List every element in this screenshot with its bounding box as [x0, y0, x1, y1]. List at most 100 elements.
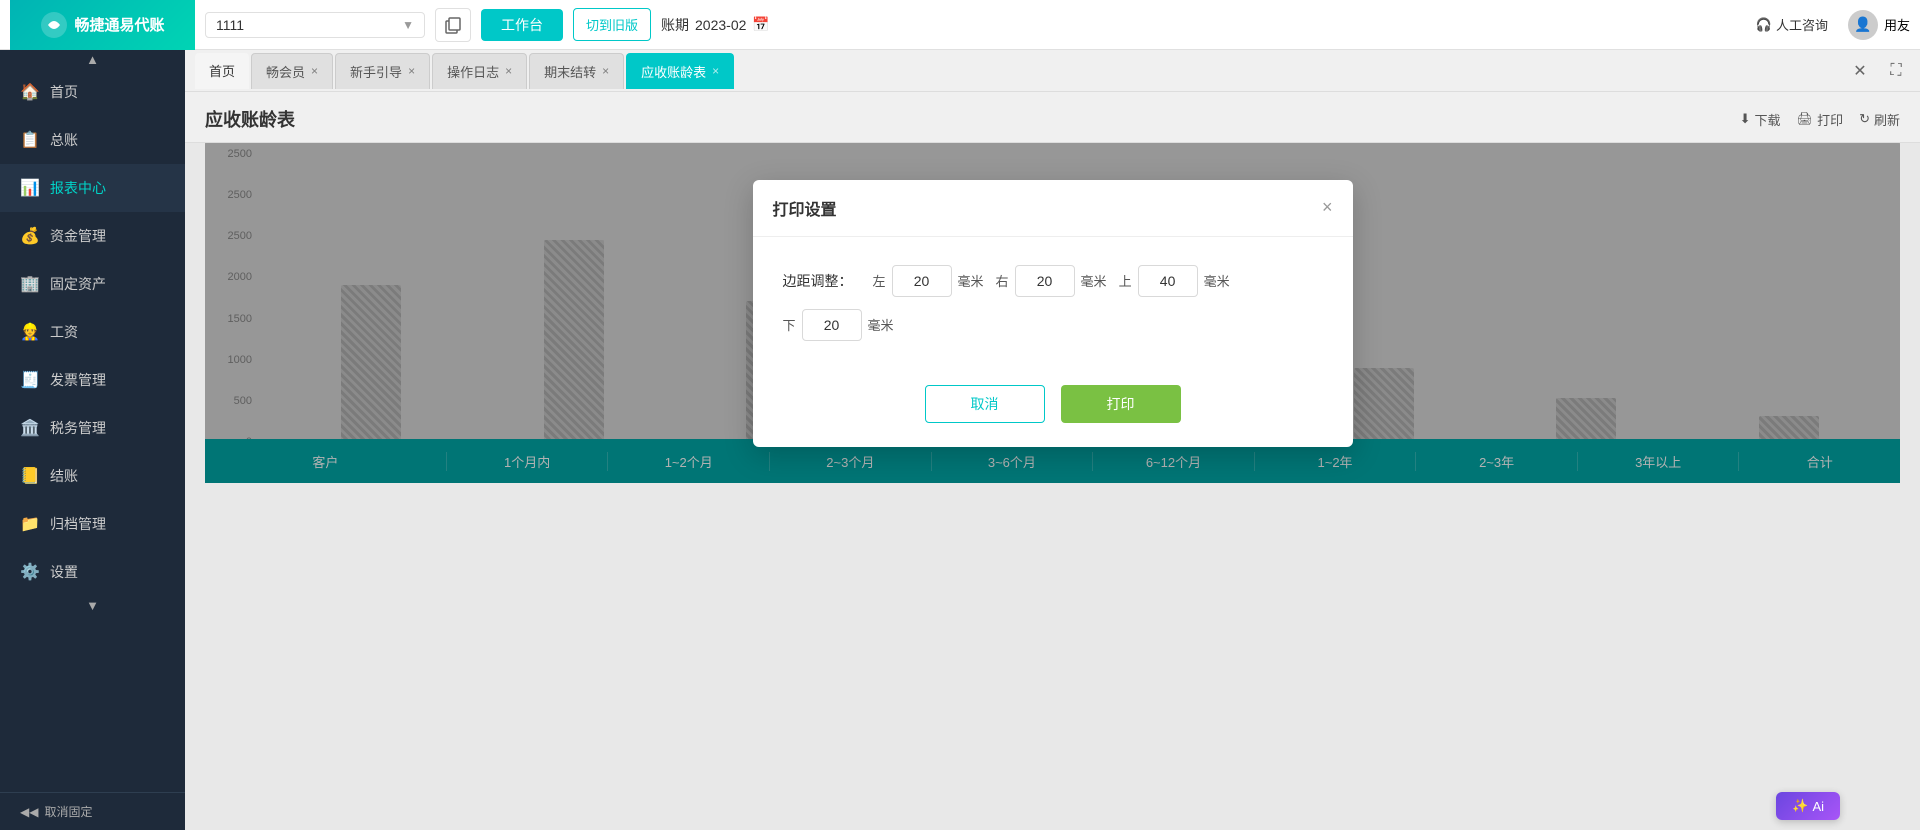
download-label: 下载: [1755, 110, 1781, 129]
user-label: 用友: [1884, 15, 1910, 34]
margin-top-unit: 毫米: [1204, 271, 1230, 290]
tab-home[interactable]: 首页: [195, 53, 249, 89]
sidebar-item-tax[interactable]: 🏛️ 税务管理: [0, 404, 185, 452]
workbench-button[interactable]: 工作台: [481, 9, 563, 41]
tab-member[interactable]: 畅会员 ×: [251, 53, 333, 89]
copy-icon: [444, 16, 462, 34]
tab-oplog[interactable]: 操作日志 ×: [432, 53, 527, 89]
content-area: 首页 畅会员 × 新手引导 × 操作日志 × 期末结转 × 应收账龄表 ×: [185, 50, 1920, 830]
refresh-icon: ↻: [1859, 111, 1870, 127]
margin-bottom-group: 下 毫米: [783, 309, 894, 341]
margin-bottom-input[interactable]: [802, 309, 862, 341]
salary-icon: 👷: [20, 322, 40, 342]
margin-right-label: 右: [996, 271, 1009, 290]
tab-closing-close[interactable]: ×: [602, 64, 609, 78]
sidebar-item-label: 结账: [50, 466, 78, 486]
sidebar-scroll-up[interactable]: ▲: [0, 50, 185, 68]
sidebar-item-funds[interactable]: 💰 资金管理: [0, 212, 185, 260]
copy-button[interactable]: [435, 8, 471, 42]
period-area: 账期 2023-02 📅: [661, 15, 770, 35]
tab-home-label: 首页: [209, 61, 235, 80]
modal-close-button[interactable]: ×: [1322, 197, 1333, 218]
switch-old-button[interactable]: 切到旧版: [573, 8, 651, 41]
page-title: 应收账龄表: [205, 106, 295, 132]
sidebar-item-assets[interactable]: 🏢 固定资产: [0, 260, 185, 308]
invoice-icon: 🧾: [20, 370, 40, 390]
sidebar-item-label: 税务管理: [50, 418, 106, 438]
margin-row: 边距调整： 左 毫米 右 毫米: [783, 265, 1323, 341]
collapse-label: 取消固定: [44, 803, 92, 820]
sidebar-item-label: 首页: [50, 82, 78, 102]
tab-guide-close[interactable]: ×: [408, 64, 415, 78]
download-button[interactable]: ⬇ 下载: [1740, 110, 1781, 129]
header-right: 🎧 人工咨询 👤 用友: [1756, 10, 1910, 40]
margin-top-input[interactable]: [1138, 265, 1198, 297]
sidebar-item-salary[interactable]: 👷 工资: [0, 308, 185, 356]
page-header: 应收账龄表 ⬇ 下载 🖨 打印 ↻ 刷新: [185, 92, 1920, 143]
print-button[interactable]: 🖨 打印: [1797, 110, 1844, 129]
consult-button[interactable]: 🎧 人工咨询: [1756, 15, 1828, 34]
company-name: 1111: [216, 17, 396, 33]
sidebar-item-label: 工资: [50, 322, 78, 342]
chart-area: 2500 2500 2500 2000 1500 1000 500 0: [205, 143, 1900, 483]
print-settings-modal: 打印设置 × 边距调整： 左 毫米: [753, 180, 1353, 447]
download-icon: ⬇: [1740, 111, 1751, 127]
margin-label: 边距调整：: [783, 271, 853, 291]
ai-label: Ai: [1812, 799, 1824, 814]
margin-bottom-unit: 毫米: [868, 315, 894, 334]
sidebar-item-reports[interactable]: 📊 报表中心: [0, 164, 185, 212]
ai-button[interactable]: ✨ Ai: [1776, 792, 1840, 820]
sidebar-item-label: 设置: [50, 562, 78, 582]
cancel-button[interactable]: 取消: [925, 385, 1045, 423]
margin-right-input[interactable]: [1015, 265, 1075, 297]
tab-aging[interactable]: 应收账龄表 ×: [626, 53, 734, 89]
page-content: 应收账龄表 ⬇ 下载 🖨 打印 ↻ 刷新: [185, 92, 1920, 830]
refresh-button[interactable]: ↻ 刷新: [1859, 110, 1900, 129]
tab-close-window-button[interactable]: ✕: [1846, 57, 1874, 85]
refresh-label: 刷新: [1874, 110, 1900, 129]
print-confirm-button[interactable]: 打印: [1061, 385, 1181, 423]
tab-closing[interactable]: 期末结转 ×: [529, 53, 624, 89]
settings-icon: ⚙️: [20, 562, 40, 582]
tab-aging-close[interactable]: ×: [712, 64, 719, 78]
sidebar-collapse-button[interactable]: ◀◀ 取消固定: [0, 792, 185, 830]
company-selector[interactable]: 1111 ▼: [205, 12, 425, 38]
margin-top-label: 上: [1119, 271, 1132, 290]
margin-left-input[interactable]: [892, 265, 952, 297]
archive-icon: 📁: [20, 514, 40, 534]
margin-left-label: 左: [873, 271, 886, 290]
main-layout: ▲ 🏠 首页 📋 总账 📊 报表中心 💰 资金管理 🏢 固定资产 👷 工资 🧾 …: [0, 50, 1920, 830]
chart-icon: 📊: [20, 178, 40, 198]
period-label: 账期: [661, 15, 689, 35]
headset-icon: 🎧: [1756, 17, 1772, 33]
tab-window-buttons: ✕ ⛶: [1846, 57, 1910, 85]
tab-aging-label: 应收账龄表: [641, 62, 706, 81]
margin-left-group: 左 毫米: [873, 265, 984, 297]
chevron-down-icon: ▼: [402, 18, 414, 32]
home-icon: 🏠: [20, 82, 40, 102]
sidebar-item-invoice[interactable]: 🧾 发票管理: [0, 356, 185, 404]
period-value: 2023-02: [695, 17, 746, 33]
sidebar-item-label: 报表中心: [50, 178, 106, 198]
tab-oplog-close[interactable]: ×: [505, 64, 512, 78]
sidebar-item-archive[interactable]: 📁 归档管理: [0, 500, 185, 548]
calendar-icon[interactable]: 📅: [752, 16, 769, 33]
tab-guide-label: 新手引导: [350, 62, 402, 81]
top-header: 畅捷通易代账 1111 ▼ 工作台 切到旧版 账期 2023-02 📅 🎧 人工…: [0, 0, 1920, 50]
logo-text: 畅捷通易代账: [74, 14, 164, 35]
tax-icon: 🏛️: [20, 418, 40, 438]
tab-guide[interactable]: 新手引导 ×: [335, 53, 430, 89]
tab-member-close[interactable]: ×: [311, 64, 318, 78]
sidebar-item-label: 资金管理: [50, 226, 106, 246]
user-area[interactable]: 👤 用友: [1848, 10, 1910, 40]
sidebar-item-ledger[interactable]: 📋 总账: [0, 116, 185, 164]
logo-icon: [40, 11, 68, 39]
sidebar-item-home[interactable]: 🏠 首页: [0, 68, 185, 116]
sidebar-scroll-down[interactable]: ▼: [0, 596, 185, 614]
margin-top-group: 上 毫米: [1119, 265, 1230, 297]
tab-closing-label: 期末结转: [544, 62, 596, 81]
closing-icon: 📒: [20, 466, 40, 486]
sidebar-item-settings[interactable]: ⚙️ 设置: [0, 548, 185, 596]
tab-expand-button[interactable]: ⛶: [1882, 57, 1910, 85]
sidebar-item-closing[interactable]: 📒 结账: [0, 452, 185, 500]
